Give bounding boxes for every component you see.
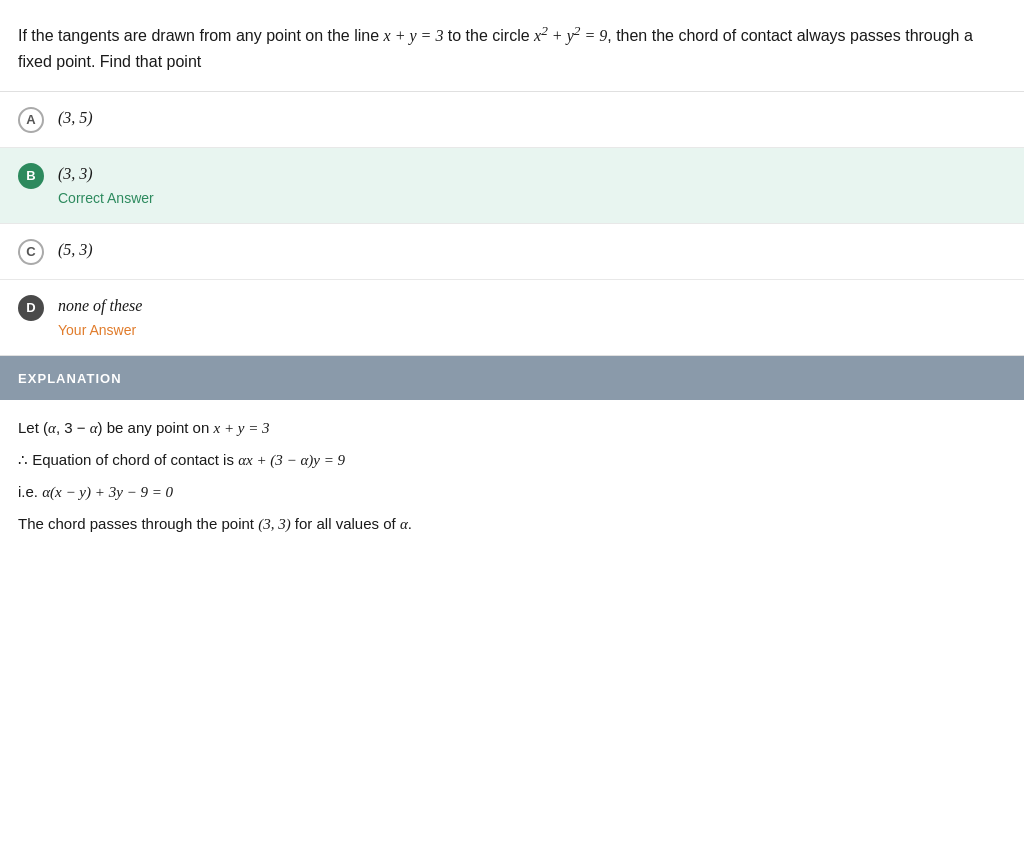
explanation-header: EXPLANATION <box>0 356 1024 400</box>
explanation-header-text: EXPLANATION <box>18 371 122 386</box>
option-content-d: none of these Your Answer <box>58 294 142 341</box>
options-section: A (3, 5) B (3, 3) Correct Answer C (5, 3… <box>0 92 1024 356</box>
question-section: If the tangents are drawn from any point… <box>0 0 1024 92</box>
option-row-d[interactable]: D none of these Your Answer <box>0 280 1024 355</box>
option-badge-a: A <box>18 107 44 133</box>
question-text: If the tangents are drawn from any point… <box>18 20 1006 75</box>
explanation-line-3: i.e. α(x − y) + 3y − 9 = 0 <box>18 480 1006 504</box>
page-container: If the tangents are drawn from any point… <box>0 0 1024 556</box>
your-answer-label: Your Answer <box>58 320 142 341</box>
option-badge-c: C <box>18 239 44 265</box>
option-row-b[interactable]: B (3, 3) Correct Answer <box>0 148 1024 224</box>
option-value-d: none of these <box>58 294 142 318</box>
option-row-c[interactable]: C (5, 3) <box>0 224 1024 280</box>
option-content-b: (3, 3) Correct Answer <box>58 162 154 209</box>
circle-equation: x2 + y2 = 9 <box>534 27 607 44</box>
option-content-a: (3, 5) <box>58 106 93 130</box>
correct-answer-label: Correct Answer <box>58 188 154 209</box>
line-equation: x + y = 3 <box>384 27 444 44</box>
explanation-line-2: ∴ Equation of chord of contact is αx + (… <box>18 448 1006 472</box>
option-badge-d: D <box>18 295 44 321</box>
explanation-section: EXPLANATION Let (α, 3 − α) be any point … <box>0 356 1024 556</box>
option-value-c: (5, 3) <box>58 238 93 262</box>
option-value-b: (3, 3) <box>58 162 154 186</box>
explanation-line-4: The chord passes through the point (3, 3… <box>18 512 1006 536</box>
option-row-a[interactable]: A (3, 5) <box>0 92 1024 148</box>
option-content-c: (5, 3) <box>58 238 93 262</box>
explanation-line-1: Let (α, 3 − α) be any point on x + y = 3 <box>18 416 1006 440</box>
explanation-body: Let (α, 3 − α) be any point on x + y = 3… <box>0 400 1024 556</box>
option-badge-b: B <box>18 163 44 189</box>
option-value-a: (3, 5) <box>58 106 93 130</box>
